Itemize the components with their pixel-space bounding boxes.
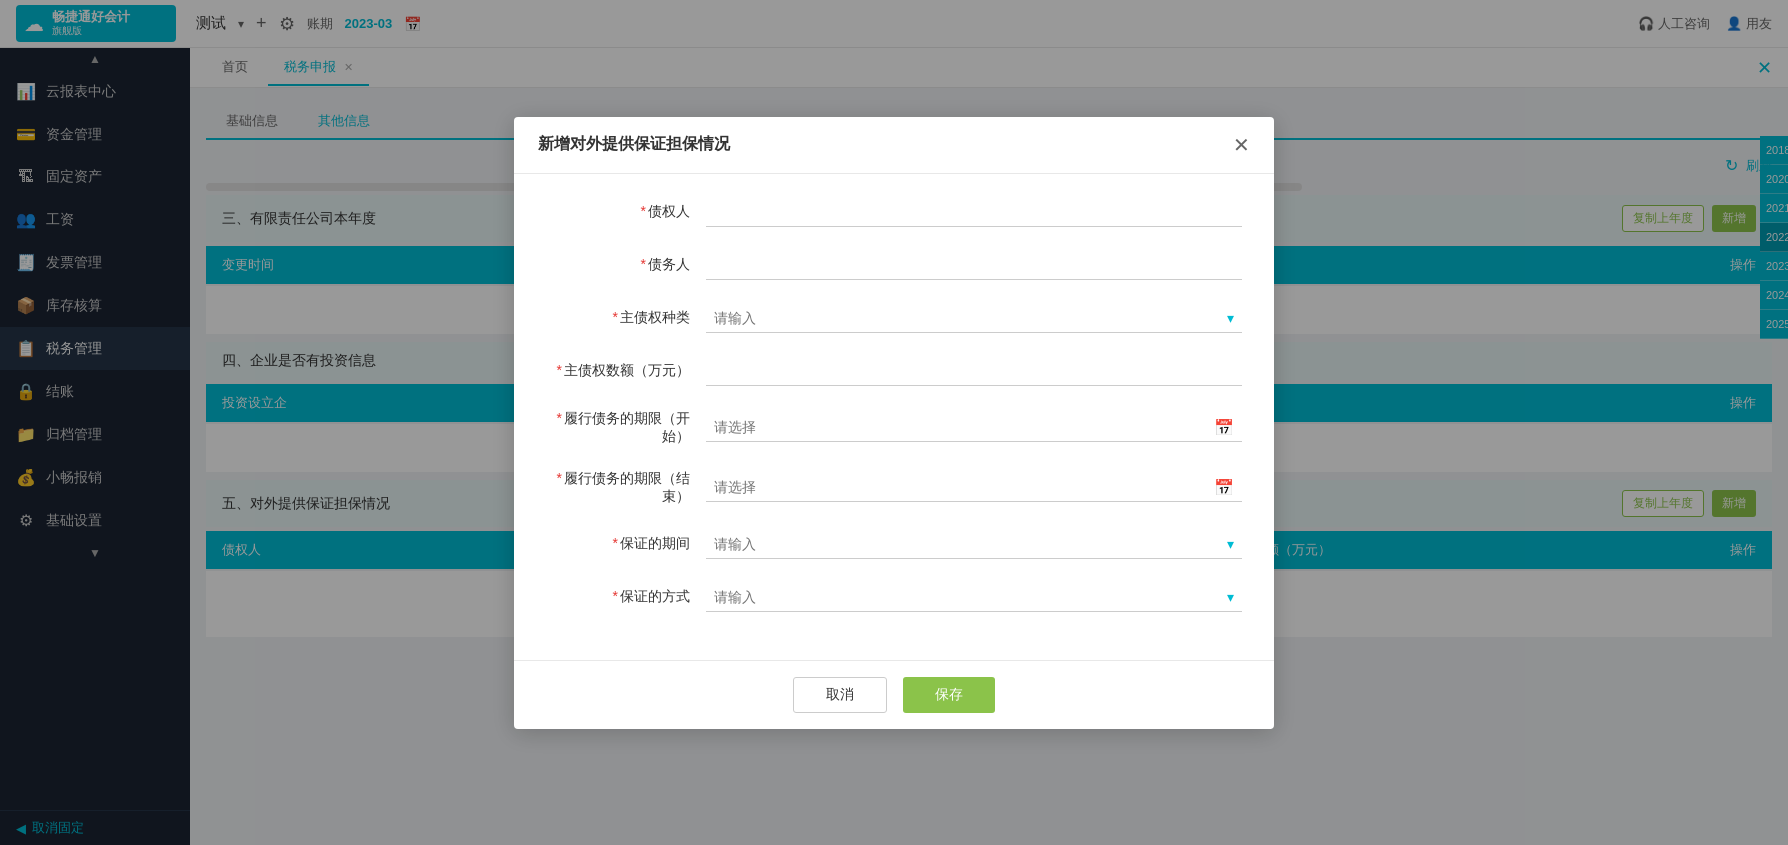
modal-footer: 取消 保存	[514, 660, 1274, 729]
guarantee-method-label: *保证的方式	[546, 588, 706, 606]
debtor-label: *债务人	[546, 256, 706, 274]
debt-amount-label: *主债权数额（万元）	[546, 362, 706, 380]
guarantee-period-chevron-icon[interactable]: ▾	[1227, 536, 1242, 552]
form-row-guarantee-period: *保证的期间 ▾	[546, 530, 1242, 559]
required-star: *	[613, 588, 618, 604]
modal: 新增对外提供保证担保情况 ✕ *债权人 *债务人 *主债权种类	[514, 117, 1274, 729]
creditor-label: *债权人	[546, 203, 706, 221]
guarantee-period-select-wrapper: ▾	[706, 530, 1242, 559]
creditor-input[interactable]	[706, 198, 1242, 227]
form-row-creditor: *债权人	[546, 198, 1242, 227]
debt-amount-input[interactable]	[706, 357, 1242, 386]
modal-overlay: 新增对外提供保证担保情况 ✕ *债权人 *债务人 *主债权种类	[0, 0, 1788, 845]
form-row-start-date: *履行债务的期限（开始） 📅	[546, 410, 1242, 446]
modal-body: *债权人 *债务人 *主债权种类 ▾	[514, 174, 1274, 660]
form-row-end-date: *履行债务的期限（结束） 📅	[546, 470, 1242, 506]
modal-title: 新增对外提供保证担保情况	[538, 134, 730, 155]
guarantee-method-select-wrapper: ▾	[706, 583, 1242, 612]
form-row-debt-amount: *主债权数额（万元）	[546, 357, 1242, 386]
required-star: *	[641, 203, 646, 219]
cancel-button[interactable]: 取消	[793, 677, 887, 713]
required-star: *	[557, 362, 562, 378]
end-date-input[interactable]	[706, 473, 1214, 501]
required-star: *	[557, 410, 562, 426]
debtor-input[interactable]	[706, 251, 1242, 280]
required-star: *	[641, 256, 646, 272]
guarantee-period-input[interactable]	[706, 530, 1227, 558]
form-row-debtor: *债务人	[546, 251, 1242, 280]
debt-type-chevron-icon[interactable]: ▾	[1227, 310, 1242, 326]
start-date-label: *履行债务的期限（开始）	[546, 410, 706, 446]
required-star: *	[613, 309, 618, 325]
end-date-label: *履行债务的期限（结束）	[546, 470, 706, 506]
guarantee-method-chevron-icon[interactable]: ▾	[1227, 589, 1242, 605]
save-button[interactable]: 保存	[903, 677, 995, 713]
required-star: *	[557, 470, 562, 486]
form-row-debt-type: *主债权种类 ▾	[546, 304, 1242, 333]
modal-header: 新增对外提供保证担保情况 ✕	[514, 117, 1274, 174]
start-date-wrapper: 📅	[706, 413, 1242, 442]
debt-type-input[interactable]	[706, 304, 1227, 332]
modal-close-button[interactable]: ✕	[1233, 133, 1250, 157]
end-date-wrapper: 📅	[706, 473, 1242, 502]
end-date-calendar-icon[interactable]: 📅	[1214, 478, 1242, 497]
debt-type-select-wrapper: ▾	[706, 304, 1242, 333]
guarantee-period-label: *保证的期间	[546, 535, 706, 553]
required-star: *	[613, 535, 618, 551]
start-date-calendar-icon[interactable]: 📅	[1214, 418, 1242, 437]
debt-type-label: *主债权种类	[546, 309, 706, 327]
start-date-input[interactable]	[706, 413, 1214, 441]
form-row-guarantee-method: *保证的方式 ▾	[546, 583, 1242, 612]
guarantee-method-input[interactable]	[706, 583, 1227, 611]
